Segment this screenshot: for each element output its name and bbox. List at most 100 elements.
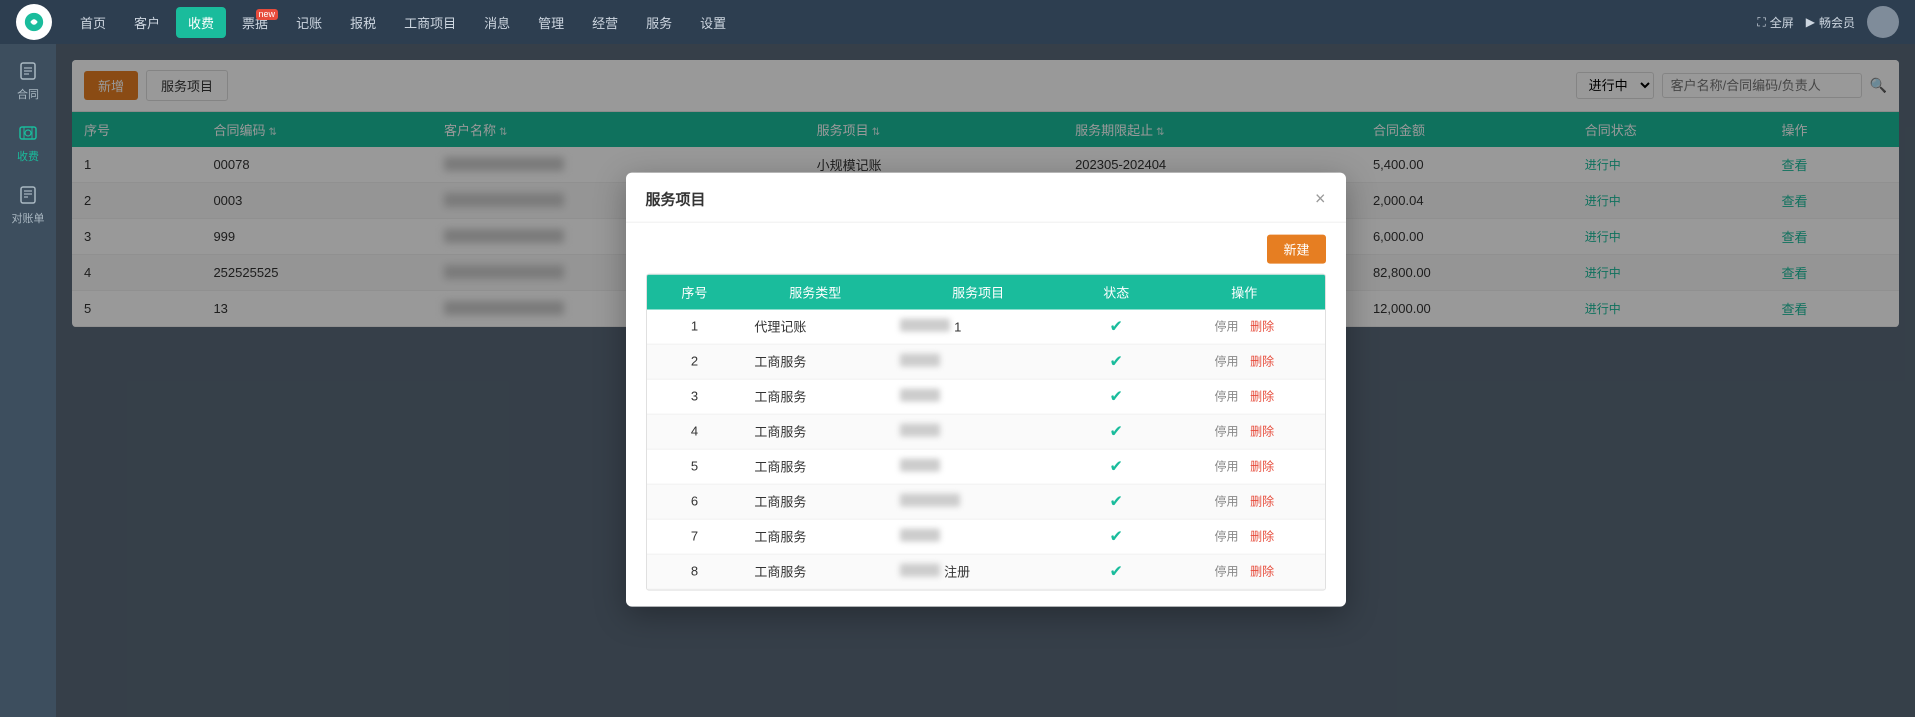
fullscreen-icon: ⛶ bbox=[1757, 15, 1765, 30]
nav-invoice[interactable]: 票据 new bbox=[230, 7, 280, 38]
modal-cell-action[interactable]: 停用 删除 bbox=[1164, 519, 1324, 554]
stop-btn[interactable]: 停用 bbox=[1214, 320, 1238, 334]
stop-btn[interactable]: 停用 bbox=[1214, 355, 1238, 369]
modal-table-row: 4 工商服务 ✔ 停用 删除 bbox=[647, 414, 1325, 449]
stop-btn[interactable]: 停用 bbox=[1214, 425, 1238, 439]
nav-message[interactable]: 消息 bbox=[472, 7, 522, 38]
nav-badge-new: new bbox=[256, 9, 279, 20]
stop-btn[interactable]: 停用 bbox=[1214, 565, 1238, 579]
modal-cell-action[interactable]: 停用 删除 bbox=[1164, 379, 1324, 414]
delete-btn[interactable]: 删除 bbox=[1250, 355, 1274, 369]
modal-cell-no: 7 bbox=[647, 519, 743, 554]
modal-table-row: 8 工商服务 注册 ✔ 停用 删除 bbox=[647, 554, 1325, 589]
delete-btn[interactable]: 删除 bbox=[1250, 530, 1274, 544]
modal-title: 服务项目 bbox=[646, 188, 706, 209]
modal-cell-status: ✔ bbox=[1068, 379, 1164, 414]
modal-cell-status: ✔ bbox=[1068, 414, 1164, 449]
stop-btn[interactable]: 停用 bbox=[1214, 530, 1238, 544]
avatar[interactable] bbox=[1867, 6, 1899, 38]
modal-table-row: 6 工商服务 ✔ 停用 删除 bbox=[647, 484, 1325, 519]
modal-cell-no: 8 bbox=[647, 554, 743, 589]
modal-cell-item bbox=[888, 379, 1068, 414]
delete-btn[interactable]: 删除 bbox=[1250, 320, 1274, 334]
modal-cell-type: 工商服务 bbox=[742, 554, 888, 589]
delete-btn[interactable]: 删除 bbox=[1250, 460, 1274, 474]
modal-cell-no: 4 bbox=[647, 414, 743, 449]
modal-cell-item bbox=[888, 344, 1068, 379]
modal-cell-action[interactable]: 停用 删除 bbox=[1164, 414, 1324, 449]
modal-cell-action[interactable]: 停用 删除 bbox=[1164, 484, 1324, 519]
modal-th-status: 状态 bbox=[1068, 274, 1164, 309]
app-logo bbox=[16, 4, 52, 40]
nav-operation[interactable]: 经营 bbox=[580, 7, 630, 38]
main-content: 新增 服务项目 进行中 全部 已结束 🔍 序号 合同编码 bbox=[56, 44, 1915, 717]
modal-cell-item: 注册 bbox=[888, 554, 1068, 589]
modal-cell-type: 工商服务 bbox=[742, 519, 888, 554]
modal-cell-status: ✔ bbox=[1068, 309, 1164, 344]
modal-cell-type: 工商服务 bbox=[742, 379, 888, 414]
modal-cell-status: ✔ bbox=[1068, 554, 1164, 589]
modal-cell-action[interactable]: 停用 删除 bbox=[1164, 309, 1324, 344]
sidebar-label-fee: 收费 bbox=[17, 148, 39, 164]
modal-cell-item bbox=[888, 519, 1068, 554]
modal-table-row: 1 代理记账 1 ✔ 停用 删除 bbox=[647, 309, 1325, 344]
modal-table-row: 3 工商服务 ✔ 停用 删除 bbox=[647, 379, 1325, 414]
modal-cell-item: 1 bbox=[888, 309, 1068, 344]
nav-settings[interactable]: 设置 bbox=[688, 7, 738, 38]
stop-btn[interactable]: 停用 bbox=[1214, 495, 1238, 509]
nav-home[interactable]: 首页 bbox=[68, 7, 118, 38]
nav-items: 首页 客户 收费 票据 new 记账 报税 工商项目 消息 管理 经营 服务 设… bbox=[68, 7, 1757, 38]
modal-cell-type: 工商服务 bbox=[742, 414, 888, 449]
delete-btn[interactable]: 删除 bbox=[1250, 495, 1274, 509]
modal-cell-action[interactable]: 停用 删除 bbox=[1164, 554, 1324, 589]
modal-cell-no: 5 bbox=[647, 449, 743, 484]
nav-bookkeeping[interactable]: 记账 bbox=[284, 7, 334, 38]
modal-table: 序号 服务类型 服务项目 状态 操作 1 代理记账 1 ✔ 停用 删 bbox=[647, 274, 1325, 589]
modal-cell-no: 6 bbox=[647, 484, 743, 519]
layout: 合同 收费 对账单 bbox=[0, 44, 1915, 717]
nav-customer[interactable]: 客户 bbox=[122, 7, 172, 38]
sidebar-item-contract[interactable]: 合同 bbox=[2, 52, 54, 110]
modal-th-no: 序号 bbox=[647, 274, 743, 309]
delete-btn[interactable]: 删除 bbox=[1250, 425, 1274, 439]
fullscreen-btn[interactable]: ⛶ 全屏 bbox=[1757, 14, 1793, 31]
nav-fee[interactable]: 收费 bbox=[176, 7, 226, 38]
modal-table-wrap[interactable]: 序号 服务类型 服务项目 状态 操作 1 代理记账 1 ✔ 停用 删 bbox=[646, 273, 1326, 590]
modal-cell-item bbox=[888, 414, 1068, 449]
nav-service[interactable]: 服务 bbox=[634, 7, 684, 38]
modal-body: 新建 序号 服务类型 服务项目 状态 操作 bbox=[626, 222, 1346, 606]
status-check-icon: ✔ bbox=[1109, 388, 1122, 405]
modal-th-type: 服务类型 bbox=[742, 274, 888, 309]
sidebar-item-statement[interactable]: 对账单 bbox=[2, 176, 54, 234]
contract-icon bbox=[17, 60, 39, 82]
modal-cell-type: 工商服务 bbox=[742, 449, 888, 484]
delete-btn[interactable]: 删除 bbox=[1250, 565, 1274, 579]
nav-manage[interactable]: 管理 bbox=[526, 7, 576, 38]
vip-btn[interactable]: ▶ 畅会员 bbox=[1806, 14, 1855, 31]
nav-tax[interactable]: 报税 bbox=[338, 7, 388, 38]
modal-th-item: 服务项目 bbox=[888, 274, 1068, 309]
modal-cell-no: 2 bbox=[647, 344, 743, 379]
sidebar-item-fee[interactable]: 收费 bbox=[2, 114, 54, 172]
delete-btn[interactable]: 删除 bbox=[1250, 390, 1274, 404]
modal-cell-item bbox=[888, 484, 1068, 519]
modal-table-row: 2 工商服务 ✔ 停用 删除 bbox=[647, 344, 1325, 379]
stop-btn[interactable]: 停用 bbox=[1214, 390, 1238, 404]
sidebar-label-contract: 合同 bbox=[17, 86, 39, 102]
stop-btn[interactable]: 停用 bbox=[1214, 460, 1238, 474]
modal-header: 服务项目 × bbox=[626, 172, 1346, 222]
modal-cell-status: ✔ bbox=[1068, 519, 1164, 554]
modal-cell-item bbox=[888, 449, 1068, 484]
status-check-icon: ✔ bbox=[1109, 528, 1122, 545]
vip-icon: ▶ bbox=[1806, 15, 1815, 29]
modal-close-btn[interactable]: × bbox=[1315, 188, 1326, 209]
nav-bizproject[interactable]: 工商项目 bbox=[392, 7, 468, 38]
sidebar: 合同 收费 对账单 bbox=[0, 44, 56, 717]
status-check-icon: ✔ bbox=[1109, 318, 1122, 335]
nav-right: ⛶ 全屏 ▶ 畅会员 bbox=[1757, 6, 1899, 38]
statement-icon bbox=[17, 184, 39, 206]
modal-cell-action[interactable]: 停用 删除 bbox=[1164, 449, 1324, 484]
modal-new-btn[interactable]: 新建 bbox=[1267, 234, 1325, 263]
modal-table-row: 7 工商服务 ✔ 停用 删除 bbox=[647, 519, 1325, 554]
modal-cell-action[interactable]: 停用 删除 bbox=[1164, 344, 1324, 379]
